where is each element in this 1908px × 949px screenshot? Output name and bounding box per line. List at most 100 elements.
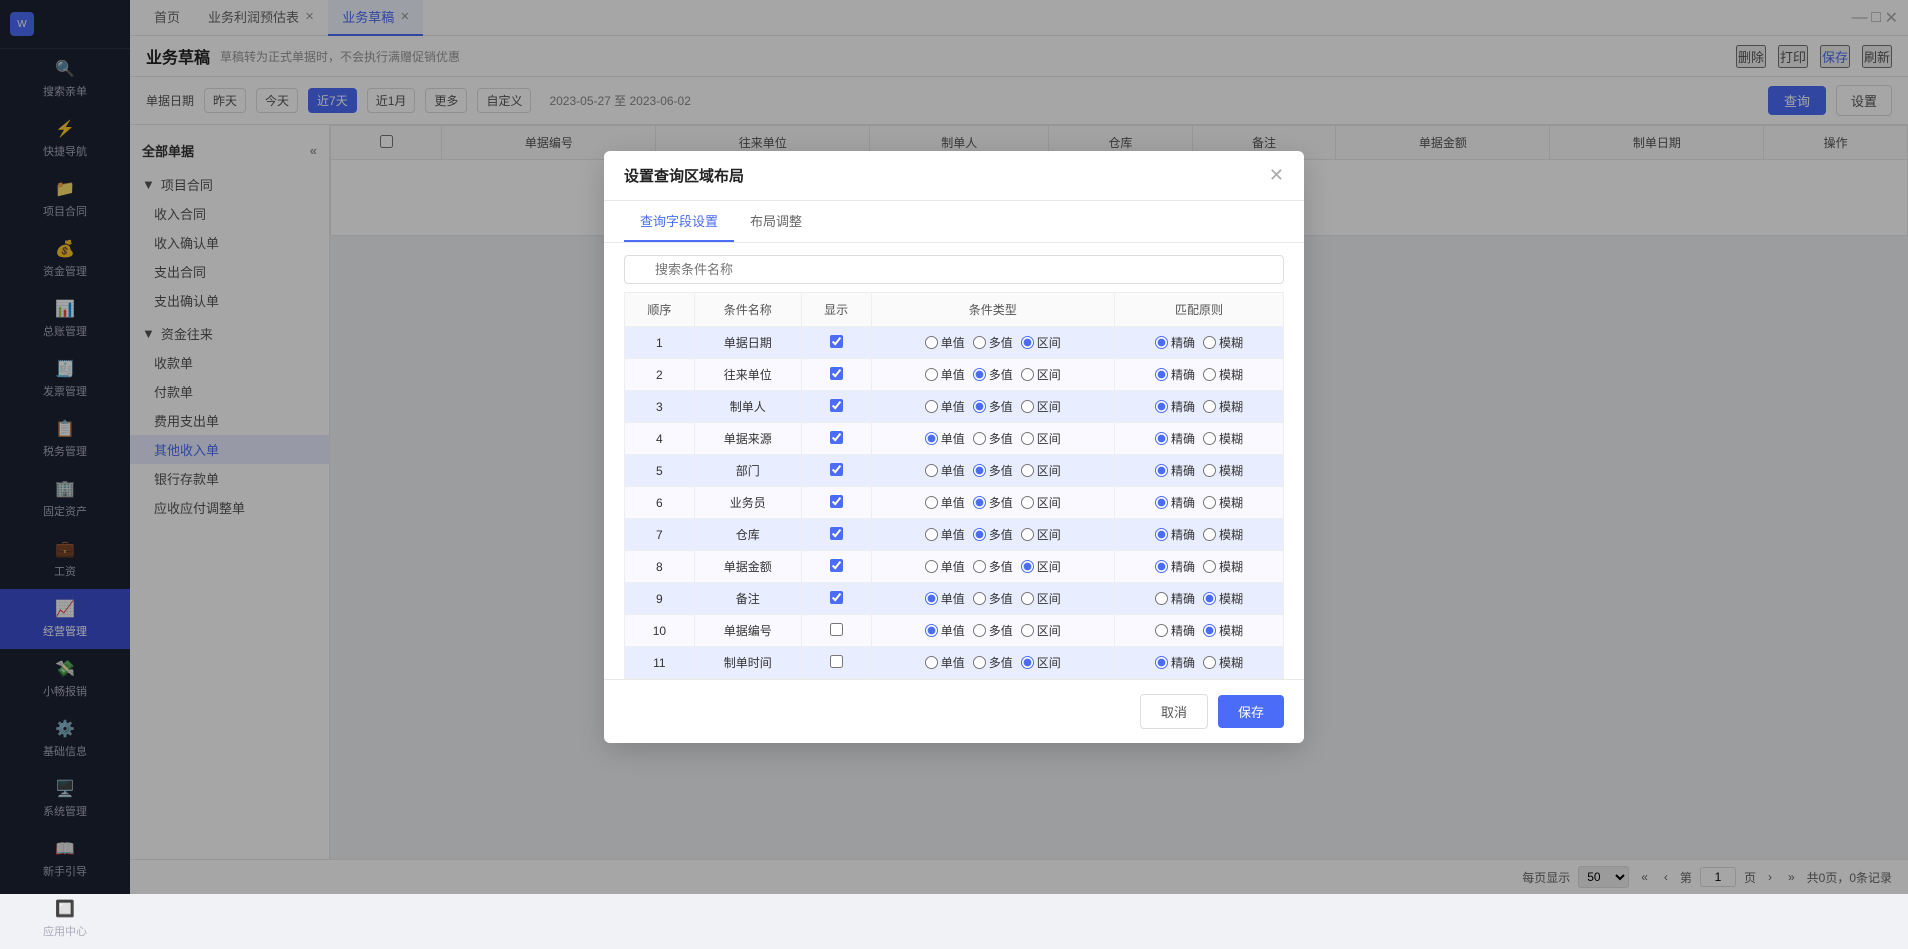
type-radio[interactable] [973,368,986,381]
row-type[interactable]: 单值多值区间 [871,391,1114,423]
match-radio[interactable] [1155,400,1168,413]
match-radio-item[interactable]: 精确 [1155,622,1195,639]
row-show[interactable] [801,391,871,423]
match-radio[interactable] [1203,336,1216,349]
type-radio-item[interactable]: 区间 [1021,494,1061,511]
type-radio-item[interactable]: 多值 [973,398,1013,415]
type-radio-item[interactable]: 区间 [1021,622,1061,639]
type-radio[interactable] [973,400,986,413]
sidebar-item-apps[interactable]: 🔲 应用中心 [0,889,130,949]
row-type[interactable]: 单值多值区间 [871,423,1114,455]
match-radio-item[interactable]: 精确 [1155,398,1195,415]
type-radio[interactable] [1021,528,1034,541]
row-match[interactable]: 精确模糊 [1114,455,1283,487]
type-radio[interactable] [973,624,986,637]
type-radio-item[interactable]: 单值 [925,590,965,607]
row-match[interactable]: 精确模糊 [1114,615,1283,647]
match-radio-item[interactable]: 模糊 [1203,430,1243,447]
type-radio-item[interactable]: 区间 [1021,334,1061,351]
type-radio-item[interactable]: 单值 [925,398,965,415]
type-radio-item[interactable]: 单值 [925,526,965,543]
row-show[interactable] [801,487,871,519]
type-radio[interactable] [1021,464,1034,477]
match-radio-item[interactable]: 精确 [1155,334,1195,351]
type-radio-item[interactable]: 区间 [1021,558,1061,575]
match-radio-item[interactable]: 精确 [1155,590,1195,607]
type-radio[interactable] [1021,400,1034,413]
match-radio[interactable] [1203,496,1216,509]
type-radio-item[interactable]: 单值 [925,366,965,383]
type-radio[interactable] [973,432,986,445]
type-radio-item[interactable]: 多值 [973,654,1013,671]
cancel-button[interactable]: 取消 [1140,694,1208,729]
show-checkbox[interactable] [830,655,843,668]
row-match[interactable]: 精确模糊 [1114,487,1283,519]
type-radio-item[interactable]: 单值 [925,430,965,447]
match-radio-item[interactable]: 精确 [1155,462,1195,479]
row-match[interactable]: 精确模糊 [1114,551,1283,583]
match-radio-item[interactable]: 模糊 [1203,462,1243,479]
type-radio-item[interactable]: 区间 [1021,398,1061,415]
show-checkbox[interactable] [830,367,843,380]
match-radio-item[interactable]: 模糊 [1203,398,1243,415]
type-radio[interactable] [1021,368,1034,381]
match-radio[interactable] [1203,368,1216,381]
match-radio[interactable] [1155,656,1168,669]
modal-search-input[interactable] [624,255,1284,284]
match-radio-item[interactable]: 模糊 [1203,558,1243,575]
row-match[interactable]: 精确模糊 [1114,583,1283,615]
type-radio-item[interactable]: 单值 [925,494,965,511]
row-match[interactable]: 精确模糊 [1114,359,1283,391]
row-match[interactable]: 精确模糊 [1114,519,1283,551]
type-radio[interactable] [1021,496,1034,509]
match-radio-item[interactable]: 模糊 [1203,366,1243,383]
type-radio-item[interactable]: 多值 [973,494,1013,511]
type-radio[interactable] [925,528,938,541]
show-checkbox[interactable] [830,527,843,540]
type-radio[interactable] [973,528,986,541]
modal-tab-layout[interactable]: 布局调整 [734,201,818,242]
type-radio[interactable] [973,336,986,349]
type-radio[interactable] [925,400,938,413]
type-radio[interactable] [925,592,938,605]
type-radio-item[interactable]: 单值 [925,334,965,351]
type-radio-item[interactable]: 多值 [973,462,1013,479]
type-radio[interactable] [1021,592,1034,605]
type-radio-item[interactable]: 多值 [973,430,1013,447]
type-radio[interactable] [925,656,938,669]
match-radio[interactable] [1155,560,1168,573]
row-type[interactable]: 单值多值区间 [871,455,1114,487]
type-radio[interactable] [925,624,938,637]
type-radio-item[interactable]: 多值 [973,558,1013,575]
type-radio[interactable] [925,336,938,349]
type-radio-item[interactable]: 多值 [973,622,1013,639]
match-radio-item[interactable]: 精确 [1155,430,1195,447]
type-radio-item[interactable]: 单值 [925,654,965,671]
match-radio-item[interactable]: 模糊 [1203,622,1243,639]
match-radio[interactable] [1155,496,1168,509]
type-radio[interactable] [1021,560,1034,573]
show-checkbox[interactable] [830,591,843,604]
match-radio[interactable] [1203,432,1216,445]
modal-tab-query-fields[interactable]: 查询字段设置 [624,201,734,242]
type-radio[interactable] [973,656,986,669]
row-match[interactable]: 精确模糊 [1114,391,1283,423]
type-radio-item[interactable]: 多值 [973,334,1013,351]
match-radio[interactable] [1155,368,1168,381]
type-radio-item[interactable]: 区间 [1021,366,1061,383]
type-radio-item[interactable]: 多值 [973,590,1013,607]
row-type[interactable]: 单值多值区间 [871,359,1114,391]
type-radio-item[interactable]: 单值 [925,462,965,479]
type-radio[interactable] [973,592,986,605]
type-radio-item[interactable]: 区间 [1021,430,1061,447]
show-checkbox[interactable] [830,559,843,572]
match-radio[interactable] [1155,464,1168,477]
match-radio-item[interactable]: 精确 [1155,654,1195,671]
type-radio[interactable] [973,560,986,573]
type-radio[interactable] [925,368,938,381]
match-radio-item[interactable]: 精确 [1155,366,1195,383]
type-radio-item[interactable]: 区间 [1021,590,1061,607]
match-radio-item[interactable]: 精确 [1155,526,1195,543]
show-checkbox[interactable] [830,399,843,412]
row-match[interactable]: 精确模糊 [1114,647,1283,679]
